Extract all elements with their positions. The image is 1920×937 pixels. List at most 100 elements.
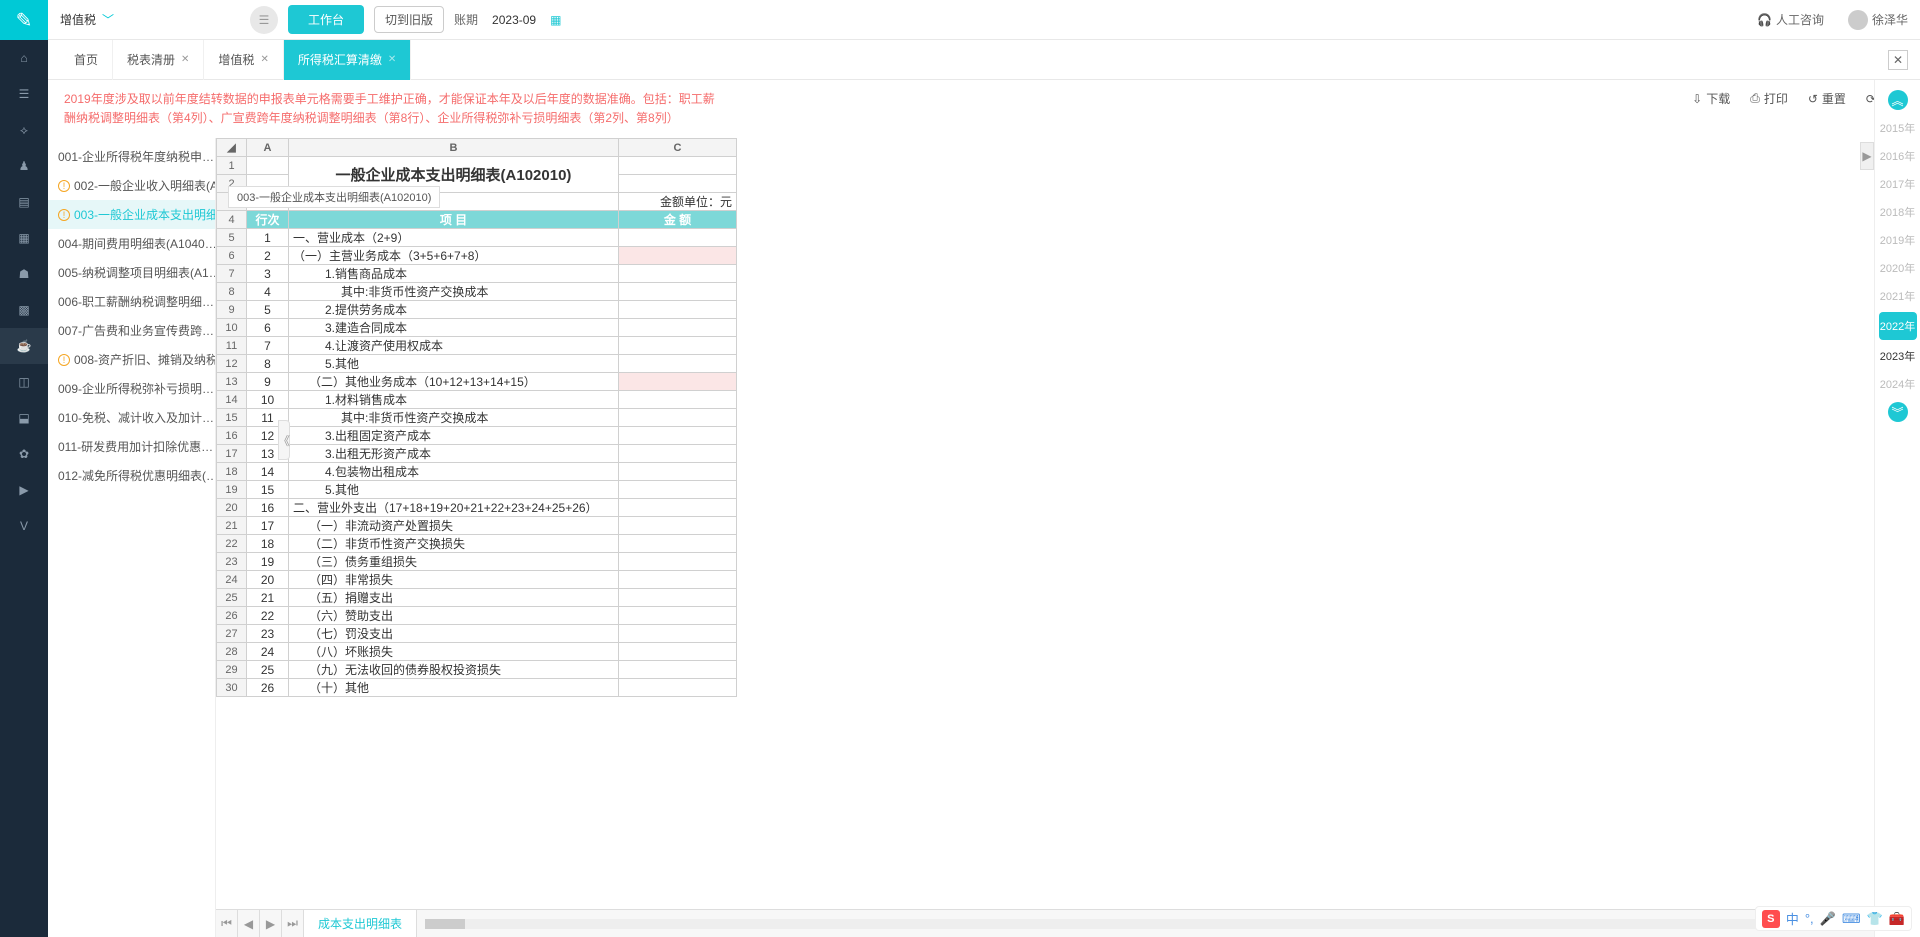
- sheet-nav-prev[interactable]: ◀: [238, 910, 260, 937]
- amount-cell[interactable]: [619, 571, 737, 589]
- amount-cell[interactable]: [619, 427, 737, 445]
- tab-2[interactable]: 增值税✕: [204, 40, 283, 80]
- form-list-item[interactable]: 012-减免所得税优惠明细表(…: [48, 461, 215, 490]
- year-option[interactable]: 2023年: [1875, 342, 1920, 370]
- amount-cell[interactable]: [619, 445, 737, 463]
- seq-cell[interactable]: 3: [247, 265, 289, 283]
- item-cell[interactable]: （九）无法收回的债券股权投资损失: [289, 661, 619, 679]
- amount-cell[interactable]: [619, 229, 737, 247]
- form-list-item[interactable]: 005-纳税调整项目明细表(A1…: [48, 258, 215, 287]
- item-cell[interactable]: （十）其他: [289, 679, 619, 697]
- item-cell[interactable]: 1.材料销售成本: [289, 391, 619, 409]
- seq-cell[interactable]: 16: [247, 499, 289, 517]
- sheet-nav-first[interactable]: ⏮: [216, 910, 238, 937]
- amount-cell[interactable]: [619, 679, 737, 697]
- amount-cell[interactable]: [619, 535, 737, 553]
- amount-cell[interactable]: [619, 661, 737, 679]
- nav-report-icon[interactable]: ▦: [0, 220, 48, 256]
- amount-cell[interactable]: [619, 589, 737, 607]
- seq-cell[interactable]: 24: [247, 643, 289, 661]
- ime-toolbox-icon[interactable]: 🧰: [1889, 911, 1905, 927]
- seq-cell[interactable]: 7: [247, 337, 289, 355]
- corner-cell[interactable]: ◢: [217, 139, 247, 157]
- download-button[interactable]: ⇩下载: [1692, 90, 1730, 107]
- year-option[interactable]: 2016年: [1875, 142, 1920, 170]
- nav-grid-icon[interactable]: ▩: [0, 292, 48, 328]
- seq-cell[interactable]: 17: [247, 517, 289, 535]
- item-cell[interactable]: （四）非常损失: [289, 571, 619, 589]
- amount-cell[interactable]: [619, 463, 737, 481]
- seq-cell[interactable]: 14: [247, 463, 289, 481]
- seq-cell[interactable]: 22: [247, 607, 289, 625]
- print-button[interactable]: ⎙打印: [1750, 90, 1788, 107]
- seq-cell[interactable]: 18: [247, 535, 289, 553]
- sheet-scroll[interactable]: ◢ A B C 1一般企业成本支出明细表(A102010) 2 3金额单位：元 …: [216, 138, 1920, 909]
- calendar-icon[interactable]: ▦: [550, 13, 561, 27]
- item-cell[interactable]: （七）罚没支出: [289, 625, 619, 643]
- close-icon[interactable]: ✕: [260, 54, 268, 65]
- reset-button[interactable]: ↺重置: [1808, 90, 1846, 107]
- row-header[interactable]: 5: [217, 229, 247, 247]
- item-cell[interactable]: 4.包装物出租成本: [289, 463, 619, 481]
- item-cell[interactable]: 5.其他: [289, 355, 619, 373]
- seq-cell[interactable]: 19: [247, 553, 289, 571]
- seq-cell[interactable]: 21: [247, 589, 289, 607]
- ime-keyboard-icon[interactable]: ⌨: [1842, 911, 1861, 927]
- item-cell[interactable]: （五）捐赠支出: [289, 589, 619, 607]
- period-value[interactable]: 2023-09: [492, 13, 536, 27]
- row-header[interactable]: 6: [217, 247, 247, 265]
- year-option[interactable]: 2022年: [1879, 312, 1917, 340]
- item-cell[interactable]: （一）主营业务成本（3+5+6+7+8）: [289, 247, 619, 265]
- row-header[interactable]: 7: [217, 265, 247, 283]
- nav-clipboard-icon[interactable]: ▤: [0, 184, 48, 220]
- form-list-item[interactable]: 001-企业所得税年度纳税申…: [48, 142, 215, 171]
- amount-cell[interactable]: [619, 409, 737, 427]
- row-header[interactable]: 26: [217, 607, 247, 625]
- row-header[interactable]: 13: [217, 373, 247, 391]
- year-option[interactable]: 2015年: [1875, 114, 1920, 142]
- year-scroll-down[interactable]: ︾: [1888, 402, 1908, 422]
- ime-toolbar[interactable]: S 中 °, 🎤 ⌨ 👕 🧰: [1755, 906, 1912, 931]
- seq-cell[interactable]: 6: [247, 319, 289, 337]
- year-option[interactable]: 2017年: [1875, 170, 1920, 198]
- amount-cell[interactable]: [619, 607, 737, 625]
- row-header[interactable]: 24: [217, 571, 247, 589]
- amount-cell[interactable]: [619, 481, 737, 499]
- product-dropdown[interactable]: 增值税 ﹀: [60, 11, 240, 28]
- seq-cell[interactable]: 8: [247, 355, 289, 373]
- scrollbar-thumb[interactable]: [425, 919, 465, 929]
- item-cell[interactable]: （六）赞助支出: [289, 607, 619, 625]
- seq-cell[interactable]: 20: [247, 571, 289, 589]
- amount-cell[interactable]: [619, 373, 737, 391]
- seq-cell[interactable]: 2: [247, 247, 289, 265]
- sheet-tab[interactable]: 成本支出明细表: [304, 910, 417, 937]
- close-icon[interactable]: ✕: [181, 54, 189, 65]
- nav-home-icon[interactable]: ⌂: [0, 40, 48, 76]
- ime-punct-icon[interactable]: °,: [1805, 911, 1814, 926]
- nav-play-icon[interactable]: ▶: [0, 472, 48, 508]
- amount-cell[interactable]: [619, 355, 737, 373]
- sheet-nav-last[interactable]: ⏭: [282, 910, 304, 937]
- ime-mic-icon[interactable]: 🎤: [1820, 911, 1836, 927]
- seq-cell[interactable]: 15: [247, 481, 289, 499]
- tab-3[interactable]: 所得税汇算清缴✕: [284, 40, 411, 80]
- close-icon[interactable]: ✕: [388, 54, 396, 65]
- list-icon[interactable]: ☰: [250, 6, 278, 34]
- row-header[interactable]: 22: [217, 535, 247, 553]
- row-header[interactable]: 12: [217, 355, 247, 373]
- amount-cell[interactable]: [619, 625, 737, 643]
- nav-doc-icon[interactable]: ☰: [0, 76, 48, 112]
- consult-button[interactable]: 🎧 人工咨询: [1757, 11, 1824, 28]
- nav-v-icon[interactable]: V: [0, 508, 48, 544]
- row-header[interactable]: 21: [217, 517, 247, 535]
- amount-cell[interactable]: [619, 553, 737, 571]
- item-cell[interactable]: 3.建造合同成本: [289, 319, 619, 337]
- form-list-item[interactable]: 011-研发费用加计扣除优惠…: [48, 432, 215, 461]
- col-header-b[interactable]: B: [289, 139, 619, 157]
- row-header[interactable]: 16: [217, 427, 247, 445]
- ime-lang[interactable]: 中: [1786, 909, 1799, 928]
- row-header[interactable]: 10: [217, 319, 247, 337]
- row-header[interactable]: 25: [217, 589, 247, 607]
- row-header[interactable]: 27: [217, 625, 247, 643]
- amount-cell[interactable]: [619, 265, 737, 283]
